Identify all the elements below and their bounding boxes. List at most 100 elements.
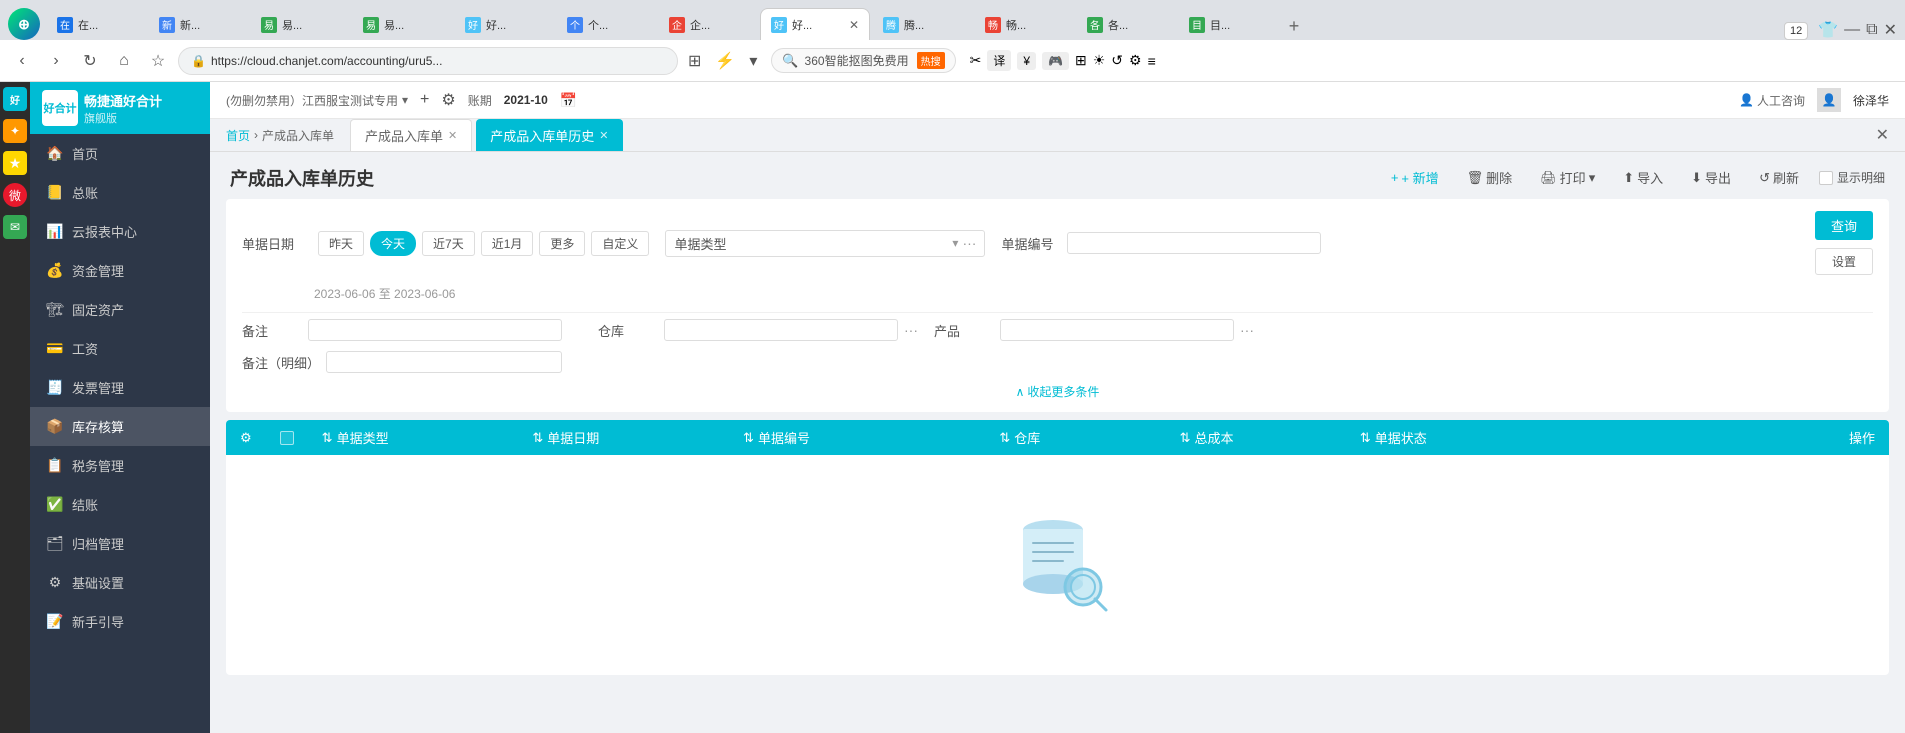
doc-type-filter[interactable]: 单据类型 ▾ ··· — [665, 230, 985, 257]
settings-icon[interactable]: ⚙ — [1129, 52, 1142, 69]
unknown-app-1-icon[interactable]: ✦ — [3, 119, 27, 143]
close-window-button[interactable]: ✕ — [1884, 20, 1897, 40]
col-doc-status[interactable]: ⇅ 单据状态 — [1346, 420, 1557, 455]
product-dots[interactable]: ··· — [1240, 322, 1254, 338]
weibo-app-icon[interactable]: 微 — [3, 183, 27, 207]
lightning-icon[interactable]: ⚡ — [711, 47, 739, 75]
tab-3[interactable]: 易 易... — [250, 8, 350, 40]
tab-6[interactable]: 个 个... — [556, 8, 656, 40]
add-button[interactable]: + + 新增 — [1383, 164, 1447, 191]
date-btn-1month[interactable]: 近1月 — [481, 231, 534, 256]
forward-button[interactable]: › — [42, 47, 70, 75]
tab-8[interactable]: 好 好... ✕ — [760, 8, 870, 40]
doc-type-dots[interactable]: ··· — [962, 235, 976, 251]
delete-button[interactable]: 🗑 删除 — [1459, 164, 1521, 191]
date-btn-more[interactable]: 更多 — [539, 231, 585, 256]
print-button[interactable]: 🖨 打印 ▾ — [1532, 164, 1603, 191]
tab-8-close[interactable]: ✕ — [849, 18, 859, 32]
sidebar-item-basic-settings[interactable]: ⚙ 基础设置 — [30, 563, 210, 602]
address-input[interactable]: 🔒 https://cloud.chanjet.com/accounting/u… — [178, 47, 678, 75]
sidebar-item-home[interactable]: 🏠 首页 — [30, 134, 210, 173]
translate-icon[interactable]: 译 — [987, 50, 1011, 71]
collapse-more-button[interactable]: ∧ 收起更多条件 — [1016, 383, 1100, 400]
notes-input[interactable] — [308, 319, 562, 341]
tab-9[interactable]: 腾 腾... — [872, 8, 972, 40]
dropdown-arrow[interactable]: ▾ — [745, 47, 761, 75]
sync-icon[interactable]: ↺ — [1111, 52, 1123, 69]
apps-grid-icon[interactable]: ⊞ — [1075, 52, 1087, 69]
menu-icon[interactable]: ≡ — [1148, 53, 1156, 69]
mail-app-icon[interactable]: ✉ — [3, 215, 27, 239]
col-total-cost[interactable]: ⇅ 总成本 — [1166, 420, 1346, 455]
header-checkbox[interactable] — [280, 431, 294, 445]
content-tab-list-item[interactable]: 产成品入库单 ✕ — [350, 119, 472, 151]
date-btn-today[interactable]: 今天 — [370, 231, 416, 256]
reload-button[interactable]: ↻ — [76, 47, 104, 75]
col-doc-date[interactable]: ⇅ 单据日期 — [518, 420, 729, 455]
user-service-button[interactable]: 👤 人工咨询 — [1739, 92, 1805, 109]
import-button[interactable]: ⬆ 导入 — [1615, 164, 1671, 191]
tab-1[interactable]: 在 在... — [46, 8, 146, 40]
company-selector[interactable]: (勿删勿禁用）江西服宝测试专用 ▾ — [226, 92, 408, 109]
sidebar-item-invoice[interactable]: 🧾 发票管理 — [30, 368, 210, 407]
sidebar-item-report-center[interactable]: 📊 云报表中心 — [30, 212, 210, 251]
chanjet-logo-icon[interactable]: 好 — [3, 87, 27, 111]
sidebar-item-fund-mgmt[interactable]: 💰 资金管理 — [30, 251, 210, 290]
tab-panel-close-button[interactable]: ✕ — [1876, 119, 1889, 151]
tab-4[interactable]: 易 易... — [352, 8, 452, 40]
add-account-button[interactable]: + — [420, 91, 429, 109]
tab-5[interactable]: 好 好... — [454, 8, 554, 40]
yuan-icon[interactable]: ¥ — [1017, 52, 1036, 70]
sidebar-item-archive[interactable]: 🗂 归档管理 — [30, 524, 210, 563]
col-doc-type[interactable]: ⇅ 单据类型 — [308, 420, 519, 455]
table-gear-button[interactable]: ⚙ — [226, 422, 266, 454]
minimize-button[interactable]: — — [1844, 21, 1860, 39]
warehouse-input[interactable] — [664, 319, 898, 341]
date-btn-yesterday[interactable]: 昨天 — [318, 231, 364, 256]
tab-history-close[interactable]: ✕ — [599, 129, 608, 142]
search-area[interactable]: 🔍 360智能抠图免费用 热搜 — [771, 48, 955, 73]
col-warehouse[interactable]: ⇅ 仓库 — [985, 420, 1165, 455]
doc-number-input[interactable] — [1067, 232, 1321, 254]
sidebar-item-new-guide[interactable]: 📝 新手引导 — [30, 602, 210, 641]
home-button[interactable]: ⌂ — [110, 47, 138, 75]
tab-11[interactable]: 各 各... — [1076, 8, 1176, 40]
grid-icon[interactable]: ⊞ — [684, 47, 705, 75]
calendar-icon[interactable]: 📅 — [560, 92, 577, 109]
breadcrumb-home[interactable]: 首页 — [226, 127, 250, 144]
sidebar-item-general-ledger[interactable]: 📒 总账 — [30, 173, 210, 212]
sidebar-item-tax[interactable]: 📋 税务管理 — [30, 446, 210, 485]
star-app-icon[interactable]: ★ — [3, 151, 27, 175]
tab-10[interactable]: 畅 畅... — [974, 8, 1074, 40]
tab-7[interactable]: 企 企... — [658, 8, 758, 40]
scissors-icon[interactable]: ✂ — [970, 52, 982, 69]
date-btn-custom[interactable]: 自定义 — [591, 231, 649, 256]
game-icon[interactable]: 🎮 — [1042, 52, 1069, 70]
back-button[interactable]: ‹ — [8, 47, 36, 75]
date-btn-7days[interactable]: 近7天 — [422, 231, 475, 256]
settings-gear-icon[interactable]: ⚙ — [441, 90, 455, 110]
sidebar-item-fixed-assets[interactable]: 🏗 固定资产 — [30, 290, 210, 329]
notes-detail-input[interactable] — [326, 351, 562, 373]
bookmark-button[interactable]: ☆ — [144, 47, 172, 75]
sidebar-item-checkout[interactable]: ✅ 结账 — [30, 485, 210, 524]
product-input[interactable] — [1000, 319, 1234, 341]
restore-button[interactable]: ⧉ — [1866, 21, 1877, 39]
col-doc-number[interactable]: ⇅ 单据编号 — [729, 420, 985, 455]
query-button[interactable]: 查询 — [1815, 211, 1873, 240]
warehouse-dots[interactable]: ··· — [904, 322, 918, 338]
table-checkbox-header[interactable] — [266, 423, 308, 453]
sidebar-item-payroll[interactable]: 💳 工资 — [30, 329, 210, 368]
show-detail-checkbox[interactable]: 显示明细 — [1819, 169, 1885, 186]
tab-12[interactable]: 目 目... — [1178, 8, 1278, 40]
sidebar-item-inventory[interactable]: 📦 库存核算 — [30, 407, 210, 446]
refresh-button[interactable]: ↺ 刷新 — [1751, 164, 1807, 191]
settings-button[interactable]: 设置 — [1815, 248, 1873, 275]
export-button[interactable]: ⬇ 导出 — [1683, 164, 1739, 191]
payroll-icon: 💳 — [46, 340, 64, 357]
tab-2[interactable]: 新 新... — [148, 8, 248, 40]
tab-doc-list-close[interactable]: ✕ — [448, 129, 457, 142]
new-tab-button[interactable]: + — [1280, 12, 1308, 40]
theme-icon[interactable]: ☀ — [1093, 52, 1106, 69]
content-tab-history-item[interactable]: 产成品入库单历史 ✕ — [476, 119, 622, 151]
